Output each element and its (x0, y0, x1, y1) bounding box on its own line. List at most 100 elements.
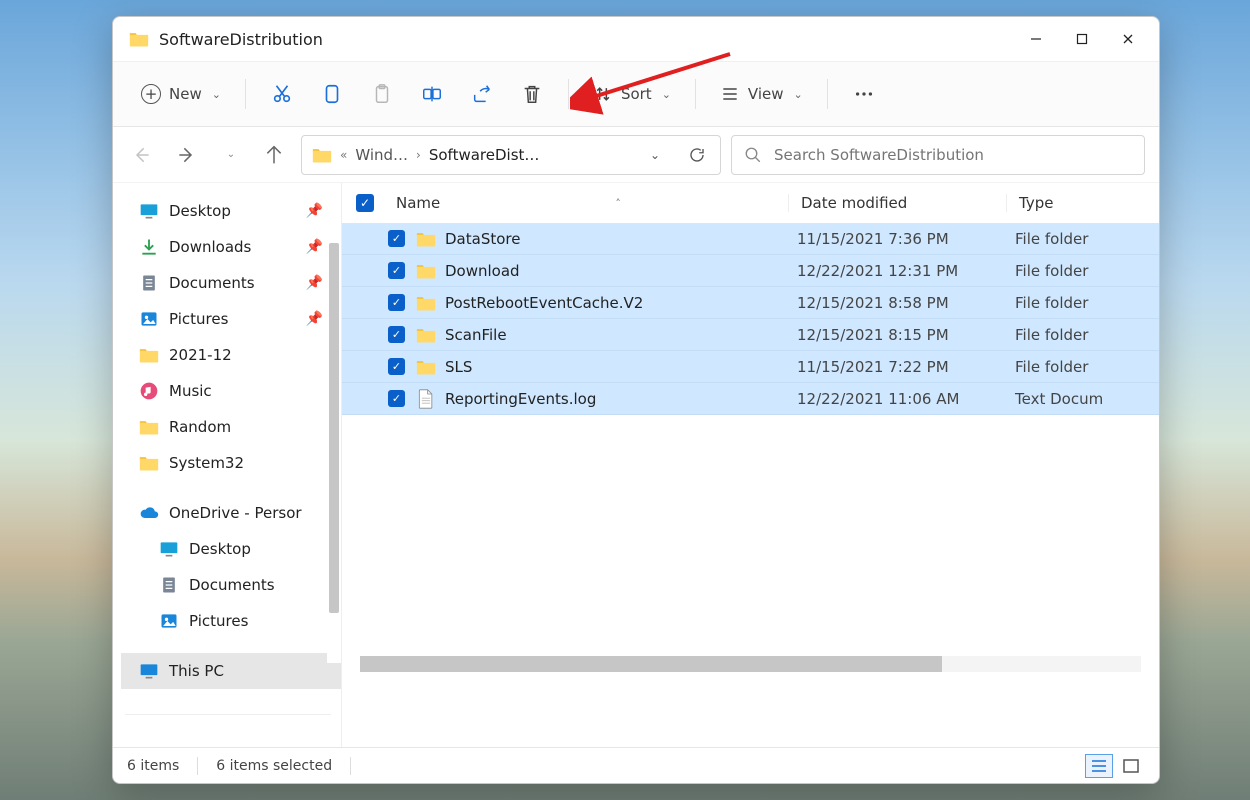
row-checkbox[interactable]: ✓ (388, 294, 405, 311)
pictures-icon (159, 611, 179, 631)
search-box[interactable] (731, 135, 1145, 175)
file-row[interactable]: ✓Download12/22/2021 12:31 PMFile folder (342, 255, 1159, 287)
sidebar-item-label: Desktop (169, 202, 231, 220)
sidebar-item[interactable]: Documents 📌 (121, 265, 341, 301)
row-checkbox[interactable]: ✓ (388, 326, 405, 343)
sidebar-item-label: Random (169, 418, 231, 436)
status-selection-count: 6 items selected (216, 758, 332, 774)
sidebar-item-label: This PC (169, 662, 224, 680)
sidebar-item[interactable]: System32 (121, 445, 341, 481)
search-input[interactable] (774, 146, 1132, 164)
more-button[interactable] (842, 74, 886, 114)
file-name: ScanFile (445, 326, 797, 344)
sidebar-item[interactable]: Pictures (121, 603, 341, 639)
folder-icon (415, 230, 437, 248)
close-button[interactable] (1105, 19, 1151, 59)
breadcrumb-segment[interactable]: Wind… (355, 146, 408, 164)
breadcrumb-overflow-icon: « (340, 148, 347, 162)
sidebar-item-label: Documents (169, 274, 255, 292)
minimize-button[interactable] (1013, 19, 1059, 59)
file-date: 12/15/2021 8:15 PM (797, 326, 1015, 344)
recent-locations-button[interactable]: ⌄ (213, 138, 247, 172)
sort-label: Sort (621, 85, 652, 103)
file-date: 11/15/2021 7:22 PM (797, 358, 1015, 376)
arrow-left-icon (132, 145, 152, 165)
thumbnails-view-toggle[interactable] (1117, 754, 1145, 778)
column-type-header[interactable]: Type (1019, 194, 1053, 212)
paste-button[interactable] (360, 74, 404, 114)
pin-icon: 📌 (306, 275, 323, 291)
new-label: New (169, 85, 202, 103)
row-checkbox[interactable]: ✓ (388, 358, 405, 375)
sidebar-item[interactable]: Pictures 📌 (121, 301, 341, 337)
refresh-button[interactable] (680, 138, 714, 172)
file-name: DataStore (445, 230, 797, 248)
list-icon (1091, 759, 1107, 773)
new-button[interactable]: + New ⌄ (131, 74, 231, 114)
sidebar-item-thispc[interactable]: This PC (121, 653, 341, 689)
file-row[interactable]: ✓DataStore11/15/2021 7:36 PMFile folder (342, 223, 1159, 255)
file-name: PostRebootEventCache.V2 (445, 294, 797, 312)
sidebar-item[interactable]: Music (121, 373, 341, 409)
forward-button[interactable] (169, 138, 203, 172)
delete-button[interactable] (510, 74, 554, 114)
breadcrumb-segment[interactable]: SoftwareDist… (429, 146, 540, 164)
navigation-pane: Desktop 📌 Downloads📌 Documents 📌 Pictures 📌 202… (113, 183, 341, 747)
copy-button[interactable] (310, 74, 354, 114)
back-button[interactable] (125, 138, 159, 172)
maximize-button[interactable] (1059, 19, 1105, 59)
sidebar-item-label: Pictures (189, 612, 248, 630)
address-bar[interactable]: « Wind… › SoftwareDist… ⌄ (301, 135, 721, 175)
file-name: Download (445, 262, 797, 280)
status-bar: 6 items 6 items selected (113, 747, 1159, 783)
sidebar-item[interactable]: Downloads📌 (121, 229, 341, 265)
details-view-toggle[interactable] (1085, 754, 1113, 778)
folder-icon (415, 358, 437, 376)
sidebar-item[interactable]: Desktop (121, 531, 341, 567)
chevron-down-icon: ⌄ (650, 148, 660, 162)
sort-button[interactable]: Sort ⌄ (583, 74, 681, 114)
column-date-header[interactable]: Date modified (801, 194, 907, 212)
titlebar: SoftwareDistribution (113, 17, 1159, 61)
cloud-icon (139, 503, 159, 523)
row-checkbox[interactable]: ✓ (388, 230, 405, 247)
file-date: 12/22/2021 12:31 PM (797, 262, 1015, 280)
window-title: SoftwareDistribution (159, 30, 323, 49)
column-name-header[interactable]: Name (396, 194, 440, 212)
horizontal-scrollbar[interactable] (342, 655, 1159, 673)
select-all-checkbox[interactable]: ✓ (356, 194, 374, 212)
row-checkbox[interactable]: ✓ (388, 390, 405, 407)
sidebar-item[interactable]: Desktop 📌 (121, 193, 341, 229)
column-headers: ✓ Name ˄ Date modified Type (342, 183, 1159, 223)
sidebar-item-onedrive[interactable]: OneDrive - Persor (121, 495, 341, 531)
download-icon (139, 237, 159, 257)
sidebar-item[interactable]: Documents (121, 567, 341, 603)
pin-icon: 📌 (306, 311, 323, 327)
refresh-icon (688, 146, 706, 164)
address-history-button[interactable]: ⌄ (638, 138, 672, 172)
search-icon (744, 146, 762, 164)
up-button[interactable] (257, 138, 291, 172)
sidebar-scrollbar[interactable] (327, 243, 341, 663)
view-button[interactable]: View ⌄ (710, 74, 813, 114)
status-item-count: 6 items (127, 758, 179, 774)
file-row[interactable]: ✓ScanFile12/15/2021 8:15 PMFile folder (342, 319, 1159, 351)
sidebar-item[interactable]: 2021-12 (121, 337, 341, 373)
plus-icon: + (141, 84, 161, 104)
sidebar-item-label: Pictures (169, 310, 228, 328)
file-row[interactable]: ✓SLS11/15/2021 7:22 PMFile folder (342, 351, 1159, 383)
sidebar-item[interactable]: Random (121, 409, 341, 445)
monitor-icon (139, 661, 159, 681)
sort-indicator-icon: ˄ (448, 197, 788, 210)
file-row[interactable]: ✓ReportingEvents.log12/22/2021 11:06 AMT… (342, 383, 1159, 415)
cut-button[interactable] (260, 74, 304, 114)
desktop-icon (139, 201, 159, 221)
file-explorer-window: SoftwareDistribution + New ⌄ (112, 16, 1160, 784)
row-checkbox[interactable]: ✓ (388, 262, 405, 279)
share-button[interactable] (460, 74, 504, 114)
pin-icon: 📌 (306, 203, 323, 219)
music-icon (139, 381, 159, 401)
rename-button[interactable] (410, 74, 454, 114)
pictures-icon (139, 309, 159, 329)
file-row[interactable]: ✓PostRebootEventCache.V212/15/2021 8:58 … (342, 287, 1159, 319)
